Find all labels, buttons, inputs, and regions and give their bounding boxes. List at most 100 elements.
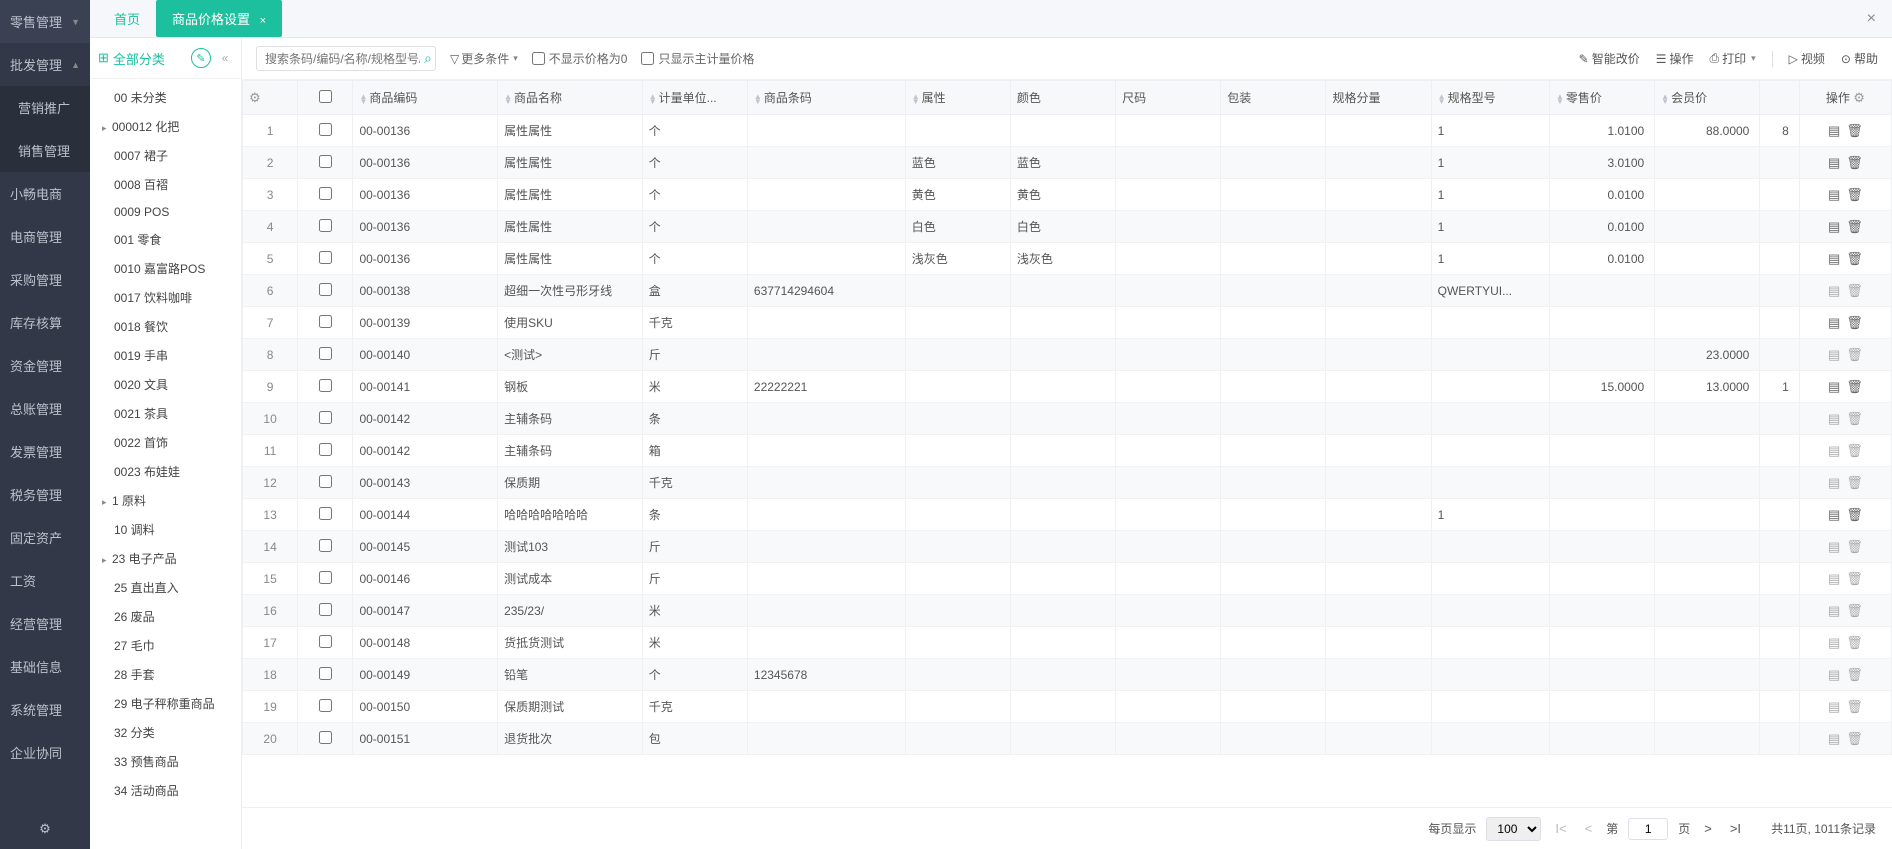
row-checkbox[interactable] bbox=[319, 443, 332, 456]
row-edit-icon[interactable]: ▤ bbox=[1828, 315, 1840, 331]
row-delete-icon[interactable]: 🗑 bbox=[1846, 315, 1863, 331]
row-checkbox[interactable] bbox=[319, 635, 332, 648]
sidebar-item-11[interactable]: 基础信息 bbox=[0, 645, 90, 688]
row-edit-icon[interactable]: ▤ bbox=[1828, 475, 1840, 491]
more-filter-button[interactable]: ▽ 更多条件 ▾ bbox=[450, 50, 518, 67]
video-button[interactable]: ▷ 视频 bbox=[1789, 50, 1825, 67]
row-edit-icon[interactable]: ▤ bbox=[1828, 379, 1840, 395]
row-checkbox[interactable] bbox=[319, 539, 332, 552]
sidebar-item-3[interactable]: 库存核算 bbox=[0, 301, 90, 344]
row-checkbox[interactable] bbox=[319, 187, 332, 200]
sort-icon[interactable]: ▲▼ bbox=[754, 94, 762, 104]
tree-node[interactable]: 0022 首饰 bbox=[90, 428, 241, 457]
tree-node[interactable]: 29 电子秤称重商品 bbox=[90, 689, 241, 718]
row-checkbox[interactable] bbox=[319, 283, 332, 296]
row-delete-icon[interactable]: 🗑 bbox=[1846, 123, 1863, 139]
row-edit-icon[interactable]: ▤ bbox=[1828, 635, 1840, 651]
collapse-tree-icon[interactable]: « bbox=[217, 51, 233, 65]
table-row[interactable]: 600-00138超细一次性弓形牙线盒637714294604QWERTYUI.… bbox=[243, 275, 1892, 307]
print-button[interactable]: ⎙ 打印 ▾ bbox=[1710, 50, 1756, 67]
col-header[interactable]: ▲▼会员价 bbox=[1655, 81, 1760, 115]
sidebar-item-4[interactable]: 资金管理 bbox=[0, 344, 90, 387]
row-checkbox[interactable] bbox=[319, 731, 332, 744]
row-checkbox[interactable] bbox=[319, 507, 332, 520]
table-row[interactable]: 1800-00149铅笔个12345678▤🗑 bbox=[243, 659, 1892, 691]
sidebar-item-6[interactable]: 发票管理 bbox=[0, 430, 90, 473]
operate-button[interactable]: ☰ 操作 bbox=[1656, 50, 1694, 67]
row-delete-icon[interactable]: 🗑 bbox=[1846, 603, 1863, 619]
sort-icon[interactable]: ▲▼ bbox=[912, 94, 920, 104]
table-row[interactable]: 1900-00150保质期测试千克▤🗑 bbox=[243, 691, 1892, 723]
tree-node[interactable]: 0009 POS bbox=[90, 199, 241, 225]
gear-icon[interactable]: ⚙ bbox=[249, 90, 261, 105]
table-row[interactable]: 1000-00142主辅条码条▤🗑 bbox=[243, 403, 1892, 435]
checkbox-input[interactable] bbox=[641, 52, 654, 65]
tree-node[interactable]: 0018 餐饮 bbox=[90, 312, 241, 341]
tree-node[interactable]: 25 直出直入 bbox=[90, 573, 241, 602]
sidebar-item-2[interactable]: 采购管理 bbox=[0, 258, 90, 301]
help-button[interactable]: ⊙ 帮助 bbox=[1841, 50, 1878, 67]
table-row[interactable]: 700-00139使用SKU千克▤🗑 bbox=[243, 307, 1892, 339]
row-delete-icon[interactable]: 🗑 bbox=[1846, 187, 1863, 203]
col-header[interactable] bbox=[298, 81, 353, 115]
table-row[interactable]: 1600-00147235/23/米▤🗑 bbox=[243, 595, 1892, 627]
col-header[interactable] bbox=[1760, 81, 1799, 115]
row-delete-icon[interactable]: 🗑 bbox=[1846, 475, 1863, 491]
tree-node[interactable]: ▸1 原料 bbox=[90, 486, 241, 515]
sidebar-settings-icon[interactable]: ⚙ bbox=[0, 809, 90, 849]
col-header[interactable]: 尺码 bbox=[1116, 81, 1221, 115]
search-input[interactable] bbox=[265, 52, 420, 66]
sort-icon[interactable]: ▲▼ bbox=[1556, 94, 1564, 104]
sidebar-item-12[interactable]: 系统管理 bbox=[0, 688, 90, 731]
tree-node[interactable]: 26 废品 bbox=[90, 602, 241, 631]
col-header[interactable]: ▲▼商品名称 bbox=[498, 81, 643, 115]
row-edit-icon[interactable]: ▤ bbox=[1828, 699, 1840, 715]
checkbox-input[interactable] bbox=[532, 52, 545, 65]
tab-price-setting[interactable]: 商品价格设置 × bbox=[156, 0, 282, 37]
col-header[interactable]: 规格分量 bbox=[1326, 81, 1431, 115]
row-delete-icon[interactable]: 🗑 bbox=[1846, 347, 1863, 363]
sidebar-item-0[interactable]: 小畅电商 bbox=[0, 172, 90, 215]
row-checkbox[interactable] bbox=[319, 251, 332, 264]
row-checkbox[interactable] bbox=[319, 347, 332, 360]
tree-title[interactable]: 全部分类 bbox=[113, 49, 191, 68]
row-delete-icon[interactable]: 🗑 bbox=[1846, 443, 1863, 459]
col-header[interactable]: 包装 bbox=[1221, 81, 1326, 115]
col-header[interactable]: ▲▼商品编码 bbox=[353, 81, 498, 115]
row-delete-icon[interactable]: 🗑 bbox=[1846, 283, 1863, 299]
edit-icon[interactable]: ✎ bbox=[191, 48, 211, 68]
tree-node[interactable]: 10 调料 bbox=[90, 515, 241, 544]
tree-node[interactable]: 0021 茶具 bbox=[90, 399, 241, 428]
col-header[interactable]: 操作 ⚙ bbox=[1799, 81, 1891, 115]
row-checkbox[interactable] bbox=[319, 379, 332, 392]
row-edit-icon[interactable]: ▤ bbox=[1828, 187, 1840, 203]
col-header[interactable]: ▲▼商品条码 bbox=[747, 81, 905, 115]
table-row[interactable]: 1200-00143保质期千克▤🗑 bbox=[243, 467, 1892, 499]
row-edit-icon[interactable]: ▤ bbox=[1828, 251, 1840, 267]
row-delete-icon[interactable]: 🗑 bbox=[1846, 731, 1863, 747]
table-row[interactable]: 1300-00144哈哈哈哈哈哈哈条1▤🗑 bbox=[243, 499, 1892, 531]
select-all-checkbox[interactable] bbox=[319, 90, 332, 103]
row-edit-icon[interactable]: ▤ bbox=[1828, 539, 1840, 555]
row-delete-icon[interactable]: 🗑 bbox=[1846, 219, 1863, 235]
table-row[interactable]: 100-00136属性属性个11.010088.00008▤🗑 bbox=[243, 115, 1892, 147]
expand-icon[interactable]: ▸ bbox=[102, 497, 112, 508]
gear-icon[interactable]: ⚙ bbox=[1853, 90, 1865, 105]
tree-node[interactable]: 34 活动商品 bbox=[90, 776, 241, 805]
sidebar-item-10[interactable]: 经营管理 bbox=[0, 602, 90, 645]
checkbox-main-unit-only[interactable]: 只显示主计量价格 bbox=[641, 50, 754, 67]
table-row[interactable]: 300-00136属性属性个黄色黄色10.0100▤🗑 bbox=[243, 179, 1892, 211]
row-edit-icon[interactable]: ▤ bbox=[1828, 219, 1840, 235]
tree-node[interactable]: 0010 嘉富路POS bbox=[90, 254, 241, 283]
row-delete-icon[interactable]: 🗑 bbox=[1846, 571, 1863, 587]
row-checkbox[interactable] bbox=[319, 475, 332, 488]
tabs-close-all-icon[interactable]: × bbox=[1861, 8, 1882, 30]
sidebar-item-9[interactable]: 工资 bbox=[0, 559, 90, 602]
row-checkbox[interactable] bbox=[319, 667, 332, 680]
table-row[interactable]: 1400-00145测试103斤▤🗑 bbox=[243, 531, 1892, 563]
sidebar-item-5[interactable]: 总账管理 bbox=[0, 387, 90, 430]
row-edit-icon[interactable]: ▤ bbox=[1828, 443, 1840, 459]
table-row[interactable]: 2000-00151退货批次包▤🗑 bbox=[243, 723, 1892, 755]
tree-node[interactable]: 001 零食 bbox=[90, 225, 241, 254]
table-row[interactable]: 1500-00146测试成本斤▤🗑 bbox=[243, 563, 1892, 595]
